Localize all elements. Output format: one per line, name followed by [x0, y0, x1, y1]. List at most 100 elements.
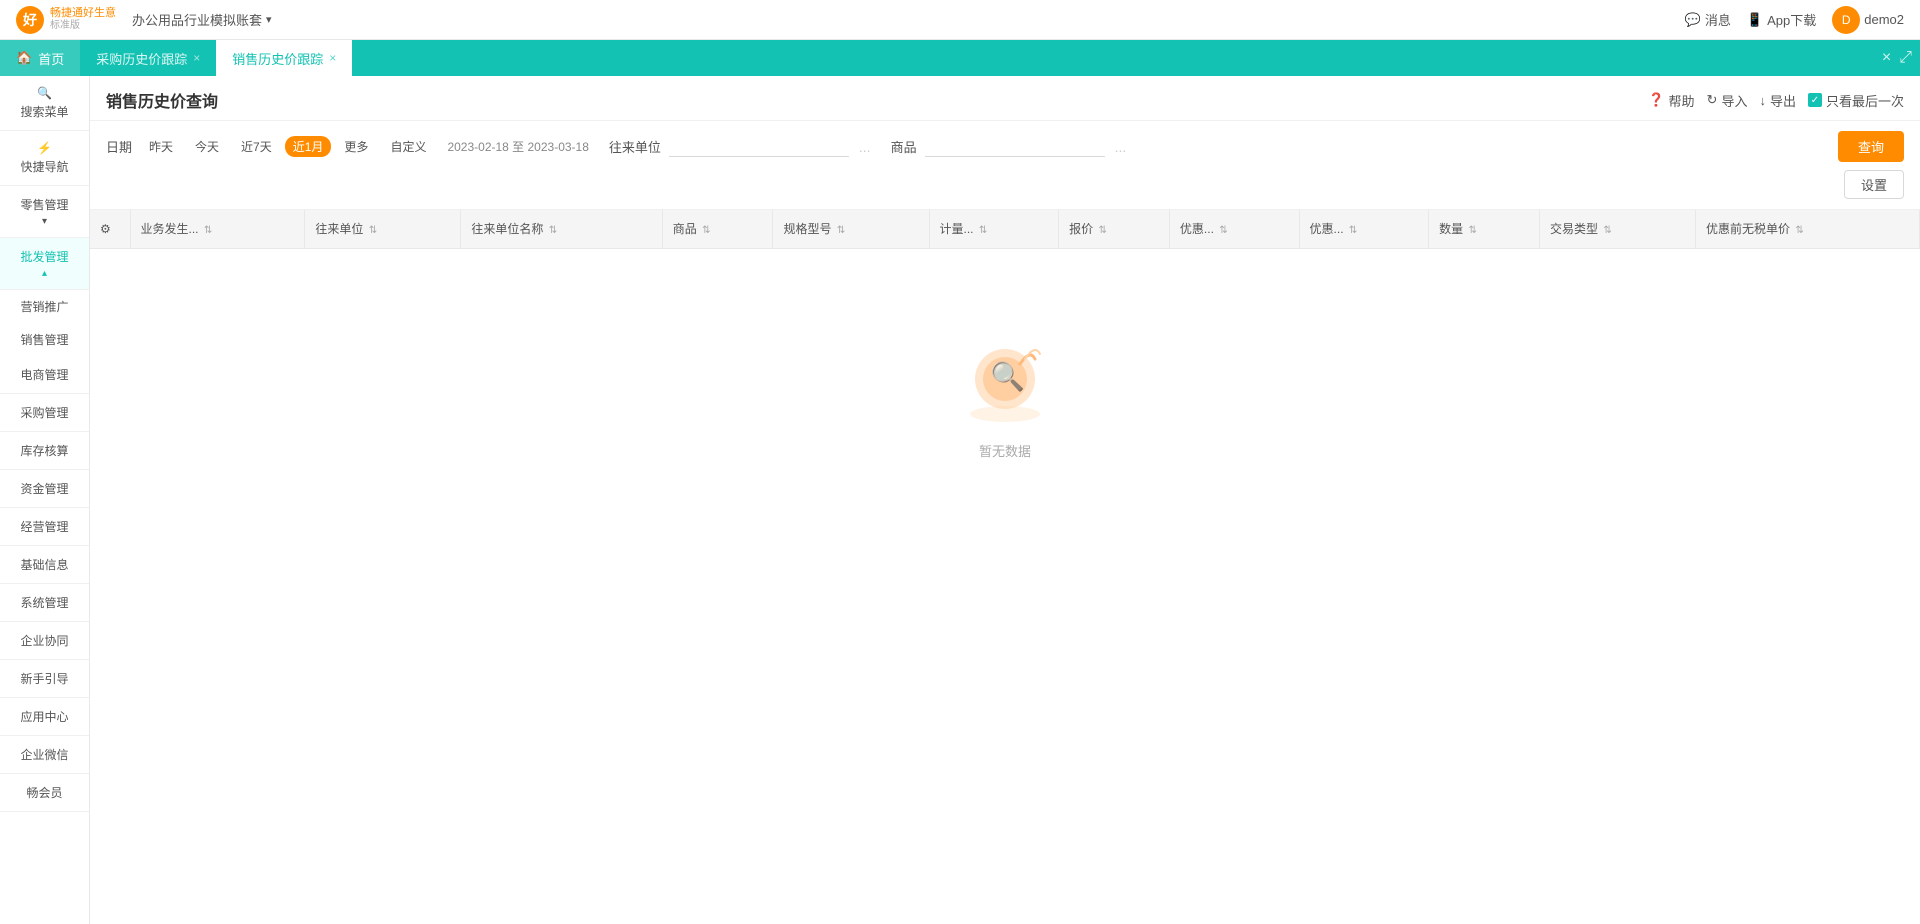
date-filter-group: 日期 昨天 今天 近7天 近1月 更多 自定义 2023-02-18 至 202… [106, 135, 589, 158]
main-layout: 🔍 搜索菜单 ⚡ 快捷导航 零售管理 ▾ 批发管理 ▴ 营销推广 销售管理 电商… [0, 76, 1920, 924]
chevron-down-icon: ▾ [266, 13, 272, 26]
date-btn-yesterday[interactable]: 昨天 [140, 135, 182, 158]
gear-icon[interactable]: ⚙ [100, 222, 111, 236]
sidebar-item-shortcut[interactable]: ⚡ 快捷导航 [0, 131, 89, 186]
chevron-up-icon: ▴ [42, 268, 47, 279]
close-sales-tab[interactable]: × [329, 51, 336, 65]
empty-text: 暂无数据 [979, 441, 1031, 460]
page-actions: ❓ 帮助 ↻ 导入 ↓ 导出 ✓ 只看最后一次 [1648, 91, 1904, 110]
filter-line1: 日期 昨天 今天 近7天 近1月 更多 自定义 2023-02-18 至 202… [106, 131, 1904, 170]
date-btn-more[interactable]: 更多 [335, 135, 377, 158]
avatar: D [1832, 6, 1860, 34]
sidebar-item-sales-mgr[interactable]: 销售管理 [0, 323, 89, 356]
th-pretax-price[interactable]: 优惠前无税单价 ⇅ [1695, 210, 1919, 248]
message-icon: 💬 [1685, 12, 1701, 28]
tab-home[interactable]: 🏠 首页 [0, 40, 80, 76]
import-button[interactable]: ↻ 导入 [1707, 91, 1748, 110]
th-qty[interactable]: 数量 ⇅ [1429, 210, 1540, 248]
date-btn-1month[interactable]: 近1月 [285, 136, 332, 157]
th-trade-type[interactable]: 交易类型 ⇅ [1539, 210, 1695, 248]
tab-bar: 🏠 首页 采购历史价跟踪 × 销售历史价跟踪 × × ⤢ [0, 40, 1920, 76]
help-icon: ❓ [1648, 92, 1664, 108]
sidebar-item-search[interactable]: 🔍 搜索菜单 [0, 76, 89, 131]
expand-icon[interactable]: ⤢ [1899, 49, 1912, 67]
chevron-down-icon: ▾ [42, 216, 47, 227]
sidebar-item-purchase[interactable]: 采购管理 [0, 394, 89, 432]
close-all-tabs-icon[interactable]: × [1882, 49, 1891, 67]
tab-bar-actions: × ⤢ [1882, 49, 1920, 67]
home-icon: 🏠 [16, 50, 32, 66]
sidebar-item-inventory[interactable]: 库存核算 [0, 432, 89, 470]
sort-icon: ⇅ [1603, 225, 1611, 236]
app-selector[interactable]: 办公用品行业模拟账套 ▾ [124, 6, 280, 33]
sidebar-item-ecommerce[interactable]: 电商管理 [0, 356, 89, 394]
close-purchase-tab[interactable]: × [193, 51, 200, 65]
tab-sales[interactable]: 销售历史价跟踪 × [216, 40, 352, 76]
setting-button[interactable]: 设置 [1844, 170, 1904, 199]
content-area: 销售历史价查询 ❓ 帮助 ↻ 导入 ↓ 导出 ✓ 只看最后一次 [90, 76, 1920, 924]
sort-icon: ⇅ [1469, 225, 1477, 236]
export-icon: ↓ [1759, 93, 1766, 108]
product-selector-dots[interactable]: ... [1115, 139, 1127, 155]
date-btn-today[interactable]: 今天 [186, 135, 228, 158]
sidebar-item-system[interactable]: 系统管理 [0, 584, 89, 622]
th-biz-date[interactable]: 业务发生... ⇅ [130, 210, 305, 248]
sidebar-item-basics[interactable]: 基础信息 [0, 546, 89, 584]
sidebar-item-guide[interactable]: 新手引导 [0, 660, 89, 698]
date-btn-custom[interactable]: 自定义 [381, 135, 435, 158]
page-header: 销售历史价查询 ❓ 帮助 ↻ 导入 ↓ 导出 ✓ 只看最后一次 [90, 76, 1920, 121]
tab-purchase[interactable]: 采购历史价跟踪 × [80, 40, 216, 76]
th-settings[interactable]: ⚙ [90, 210, 130, 248]
th-unit[interactable]: 计量... ⇅ [929, 210, 1059, 248]
date-btn-7days[interactable]: 近7天 [232, 135, 281, 158]
sidebar-item-member[interactable]: 畅会员 [0, 774, 89, 812]
sort-icon: ⇅ [369, 225, 377, 236]
sidebar-item-apps[interactable]: 应用中心 [0, 698, 89, 736]
page-title: 销售历史价查询 [106, 88, 218, 112]
th-discount2[interactable]: 优惠... ⇅ [1299, 210, 1429, 248]
date-buttons: 昨天 今天 近7天 近1月 更多 自定义 [140, 135, 435, 158]
filter-container: 日期 昨天 今天 近7天 近1月 更多 自定义 2023-02-18 至 202… [90, 121, 1920, 210]
search-icon: 🔍 [37, 86, 52, 100]
sidebar-item-enterprise[interactable]: 企业协同 [0, 622, 89, 660]
sidebar-item-finance[interactable]: 资金管理 [0, 470, 89, 508]
th-partner-code[interactable]: 往来单位 ⇅ [305, 210, 461, 248]
sort-icon: ⇅ [1349, 225, 1357, 236]
th-spec[interactable]: 规格型号 ⇅ [773, 210, 929, 248]
message-button[interactable]: 💬 消息 [1685, 10, 1731, 29]
top-bar-right: 💬 消息 📱 App下载 D demo2 [1685, 6, 1904, 34]
partner-input[interactable] [669, 137, 849, 157]
sort-icon: ⇅ [1219, 225, 1227, 236]
sort-icon: ⇅ [702, 225, 710, 236]
sort-icon: ⇅ [1795, 225, 1803, 236]
sidebar-item-wholesale[interactable]: 批发管理 ▴ [0, 238, 89, 290]
help-button[interactable]: ❓ 帮助 [1648, 91, 1694, 110]
partner-selector-dots[interactable]: ... [859, 139, 871, 155]
sort-icon: ⇅ [837, 225, 845, 236]
logo-area: 好 畅捷通好生意 标准版 [16, 6, 116, 34]
sidebar-item-wechat[interactable]: 企业微信 [0, 736, 89, 774]
product-input[interactable] [925, 137, 1105, 157]
sidebar-item-marketing[interactable]: 营销推广 [0, 290, 89, 323]
query-button[interactable]: 查询 [1838, 131, 1904, 162]
user-menu[interactable]: D demo2 [1832, 6, 1904, 34]
only-last-checkbox-group[interactable]: ✓ 只看最后一次 [1808, 91, 1904, 110]
th-quote[interactable]: 报价 ⇅ [1059, 210, 1170, 248]
app-download-button[interactable]: 📱 App下载 [1747, 10, 1816, 29]
sidebar-item-operations[interactable]: 经营管理 [0, 508, 89, 546]
sidebar-item-retail[interactable]: 零售管理 ▾ [0, 186, 89, 238]
top-bar-left: 好 畅捷通好生意 标准版 办公用品行业模拟账套 ▾ [16, 6, 280, 34]
logo-icon: 好 [16, 6, 44, 34]
th-product[interactable]: 商品 ⇅ [662, 210, 773, 248]
sort-icon: ⇅ [1099, 225, 1107, 236]
date-range-display: 2023-02-18 至 2023-03-18 [447, 138, 588, 155]
export-button[interactable]: ↓ 导出 [1759, 91, 1796, 110]
sidebar: 🔍 搜索菜单 ⚡ 快捷导航 零售管理 ▾ 批发管理 ▴ 营销推广 销售管理 电商… [0, 76, 90, 924]
partner-filter-group: 往来单位 ... [609, 137, 871, 157]
th-partner-name[interactable]: 往来单位名称 ⇅ [461, 210, 662, 248]
sort-icon: ⇅ [549, 225, 557, 236]
only-last-checkbox[interactable]: ✓ [1808, 93, 1822, 107]
sort-icon: ⇅ [979, 225, 987, 236]
empty-illustration: 🔍 [955, 329, 1055, 429]
th-discount1[interactable]: 优惠... ⇅ [1169, 210, 1299, 248]
